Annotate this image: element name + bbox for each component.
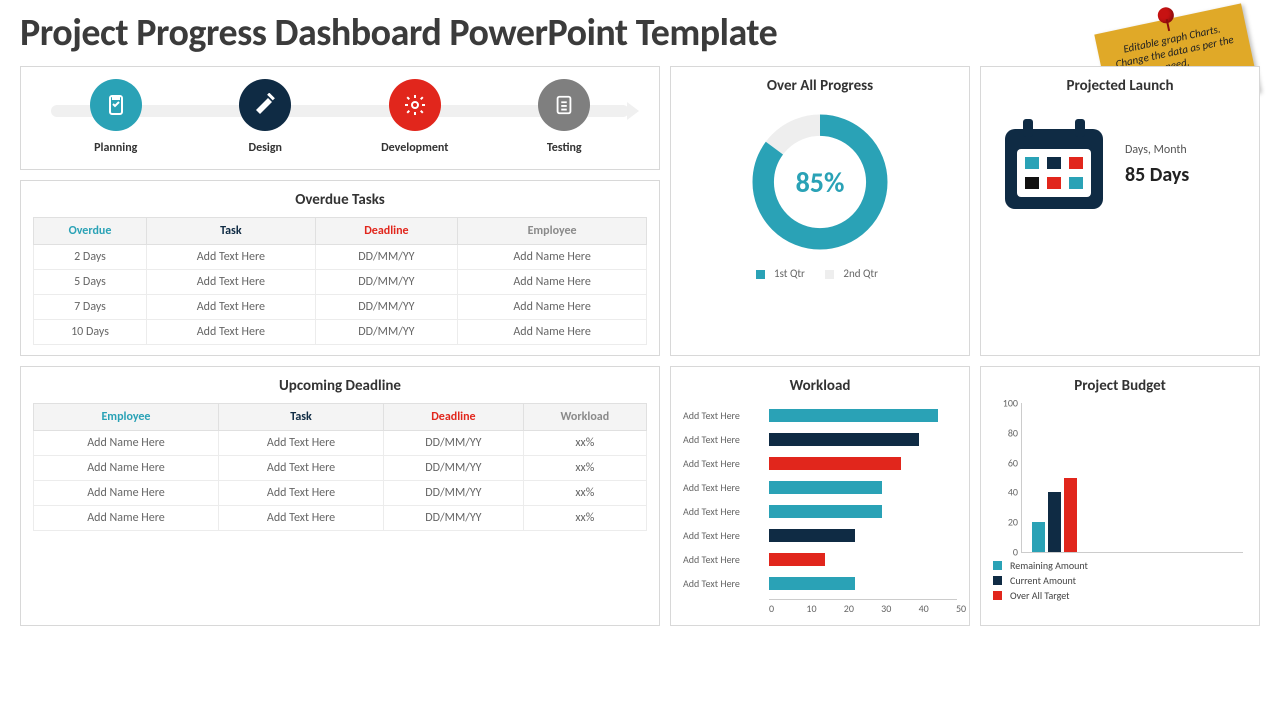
workload-bar xyxy=(769,481,882,494)
pencil-ruler-icon xyxy=(239,79,291,131)
budget-legend-item: Over All Target xyxy=(993,589,1247,602)
budget-legend-item: Current Amount xyxy=(993,574,1247,587)
workload-bar-row: Add Text Here xyxy=(683,547,957,571)
table-row: Add Name HereAdd Text HereDD/MM/YYxx% xyxy=(34,456,647,481)
overall-progress-card: Over All Progress 85% 1st Qtr 2nd Qtr xyxy=(670,66,970,356)
table-row: 5 DaysAdd Text HereDD/MM/YYAdd Name Here xyxy=(34,270,647,295)
workload-bar-label: Add Text Here xyxy=(683,529,769,542)
budget-bar xyxy=(1032,522,1045,552)
gear-icon xyxy=(389,79,441,131)
workload-bar-label: Add Text Here xyxy=(683,553,769,566)
project-budget-title: Project Budget xyxy=(993,377,1247,395)
workload-bar-row: Add Text Here xyxy=(683,571,957,595)
progress-legend: 1st Qtr 2nd Qtr xyxy=(750,267,890,280)
progress-percent-label: 85% xyxy=(745,107,895,257)
workload-bar xyxy=(769,409,938,422)
col-deadline: Deadline xyxy=(384,404,524,431)
table-row: 10 DaysAdd Text HereDD/MM/YYAdd Name Her… xyxy=(34,320,647,345)
workload-bar-row: Add Text Here xyxy=(683,427,957,451)
table-row: Add Name HereAdd Text HereDD/MM/YYxx% xyxy=(34,506,647,531)
overdue-table: OverdueTaskDeadlineEmployee 2 DaysAdd Te… xyxy=(33,217,647,345)
table-row: 7 DaysAdd Text HereDD/MM/YYAdd Name Here xyxy=(34,295,647,320)
upcoming-deadline-card: Upcoming Deadline EmployeeTaskDeadlineWo… xyxy=(20,366,660,626)
overdue-tasks-title: Overdue Tasks xyxy=(33,191,647,209)
workload-bar-label: Add Text Here xyxy=(683,481,769,494)
col-employee: Employee xyxy=(458,218,647,245)
budget-bar xyxy=(1064,478,1077,553)
launch-subtitle: Days, Month xyxy=(1125,143,1189,157)
stage-development: Development xyxy=(345,79,485,155)
workload-bar-label: Add Text Here xyxy=(683,409,769,422)
budget-legend: Remaining Amount Current Amount Over All T… xyxy=(993,559,1247,602)
col-workload: Workload xyxy=(523,404,646,431)
table-row: Add Name HereAdd Text HereDD/MM/YYxx% xyxy=(34,431,647,456)
launch-days: 85 Days xyxy=(1125,163,1189,187)
budget-bar xyxy=(1048,492,1061,552)
overdue-tasks-card: Overdue Tasks OverdueTaskDeadlineEmploye… xyxy=(20,180,660,356)
workload-card: Workload Add Text Here Add Text Here Add… xyxy=(670,366,970,626)
workload-bar-row: Add Text Here xyxy=(683,451,957,475)
clipboard-icon xyxy=(90,79,142,131)
stage-testing: Testing xyxy=(494,79,634,155)
workload-bar xyxy=(769,577,855,590)
col-employee: Employee xyxy=(34,404,219,431)
pin-icon xyxy=(1156,6,1175,25)
stage-planning: Planning xyxy=(46,79,186,155)
workload-bar-row: Add Text Here xyxy=(683,499,957,523)
upcoming-deadline-title: Upcoming Deadline xyxy=(33,377,647,395)
workload-bar-label: Add Text Here xyxy=(683,505,769,518)
progress-donut-chart: 85% xyxy=(745,107,895,257)
col-deadline: Deadline xyxy=(315,218,457,245)
stage-label: Planning xyxy=(46,141,186,155)
workload-bar-label: Add Text Here xyxy=(683,457,769,470)
stages-card: Planning Design Development Testing xyxy=(20,66,660,170)
col-task: Task xyxy=(147,218,316,245)
workload-bar xyxy=(769,553,825,566)
workload-bar-row: Add Text Here xyxy=(683,523,957,547)
col-overdue: Overdue xyxy=(34,218,147,245)
stage-design: Design xyxy=(195,79,335,155)
upcoming-table: EmployeeTaskDeadlineWorkload Add Name He… xyxy=(33,403,647,531)
workload-bar xyxy=(769,505,882,518)
workload-bar xyxy=(769,457,901,470)
workload-title: Workload xyxy=(683,377,957,395)
stage-label: Design xyxy=(195,141,335,155)
overall-progress-title: Over All Progress xyxy=(767,77,873,95)
project-budget-card: Project Budget 020406080100 Remaining Am… xyxy=(980,366,1260,626)
page-title: Project Progress Dashboard PowerPoint Te… xyxy=(20,10,1260,56)
budget-legend-item: Remaining Amount xyxy=(993,559,1247,572)
table-row: Add Name HereAdd Text HereDD/MM/YYxx% xyxy=(34,481,647,506)
projected-launch-title: Projected Launch xyxy=(993,77,1247,95)
stage-label: Development xyxy=(345,141,485,155)
workload-bar-row: Add Text Here xyxy=(683,403,957,427)
checklist-icon xyxy=(538,79,590,131)
workload-bar-row: Add Text Here xyxy=(683,475,957,499)
workload-xaxis: 01020304050 xyxy=(769,599,957,615)
projected-launch-card: Projected Launch Days, Month 8 xyxy=(980,66,1260,356)
budget-bar-chart: 020406080100 xyxy=(1021,403,1243,553)
table-row: 2 DaysAdd Text HereDD/MM/YYAdd Name Here xyxy=(34,245,647,270)
stage-label: Testing xyxy=(494,141,634,155)
calendar-icon xyxy=(999,115,1109,215)
workload-bar xyxy=(769,433,919,446)
workload-bar-label: Add Text Here xyxy=(683,433,769,446)
workload-bar-label: Add Text Here xyxy=(683,577,769,590)
workload-bar xyxy=(769,529,855,542)
col-task: Task xyxy=(218,404,383,431)
